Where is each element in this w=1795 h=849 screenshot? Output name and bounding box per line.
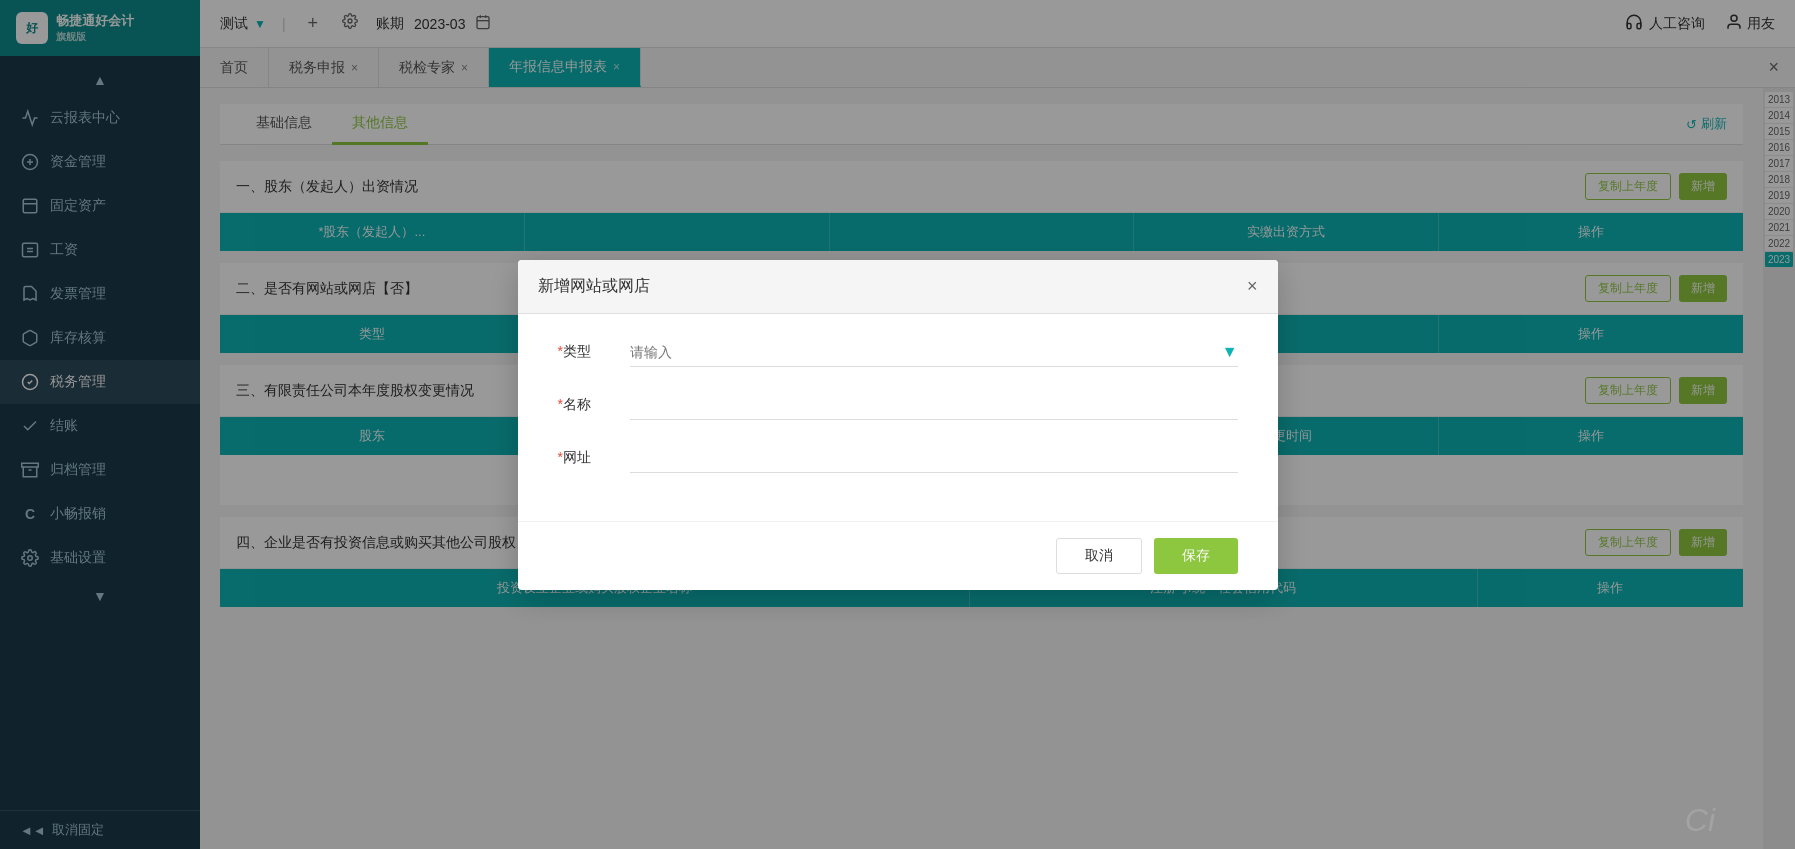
dialog-overlay: 新增网站或网店 × *类型 ▼ *名称	[0, 0, 1795, 849]
url-input[interactable]	[630, 444, 1238, 473]
type-dropdown-arrow[interactable]: ▼	[1222, 343, 1238, 361]
name-input-wrap	[630, 391, 1238, 420]
form-field-url: *网址	[558, 444, 1238, 473]
name-label: *名称	[558, 396, 618, 414]
type-label: *类型	[558, 343, 618, 361]
dialog-footer: 取消 保存	[518, 521, 1278, 590]
name-input[interactable]	[630, 391, 1238, 420]
url-label: *网址	[558, 449, 618, 467]
form-field-name: *名称	[558, 391, 1238, 420]
dialog-title: 新增网站或网店	[538, 276, 650, 297]
url-label-text: 网址	[563, 449, 591, 465]
cancel-button[interactable]: 取消	[1056, 538, 1142, 574]
name-label-text: 名称	[563, 396, 591, 412]
dialog-header: 新增网站或网店 ×	[518, 260, 1278, 314]
save-button[interactable]: 保存	[1154, 538, 1238, 574]
dialog-close-button[interactable]: ×	[1247, 277, 1258, 295]
add-website-dialog: 新增网站或网店 × *类型 ▼ *名称	[518, 260, 1278, 590]
type-input-wrap: ▼	[630, 338, 1238, 367]
form-field-type: *类型 ▼	[558, 338, 1238, 367]
url-input-wrap	[630, 444, 1238, 473]
type-label-text: 类型	[563, 343, 591, 359]
type-input[interactable]	[630, 338, 1238, 367]
dialog-body: *类型 ▼ *名称 *网址	[518, 314, 1278, 521]
